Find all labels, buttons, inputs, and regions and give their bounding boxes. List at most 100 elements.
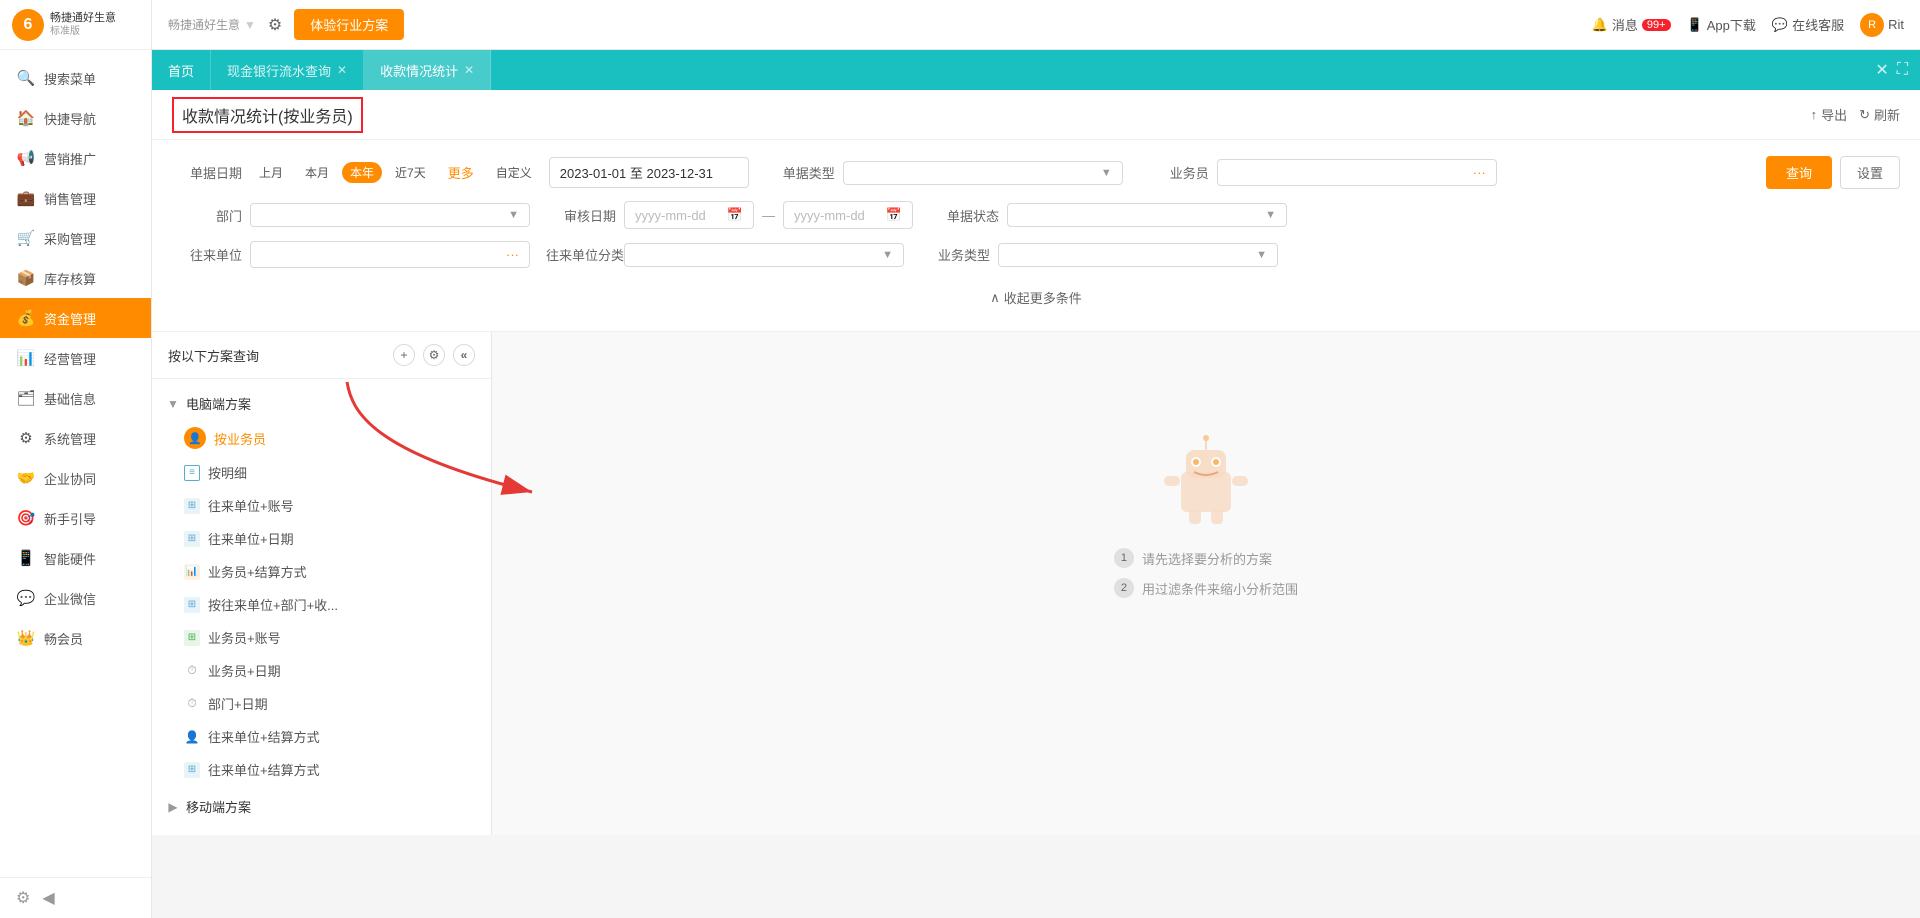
date-btn-more[interactable]: 更多 (439, 160, 483, 185)
partner-cat-dropdown-icon: ▼ (882, 249, 893, 261)
tree-item-salesman-settlement[interactable]: 📊 业务员+结算方式 (152, 555, 491, 588)
tree-item-by-salesman[interactable]: 👤 按业务员 (152, 420, 491, 456)
tree-item-partner-date[interactable]: ⊞ 往来单位+日期 (152, 522, 491, 555)
partner-dept-icon: ⊞ (184, 597, 200, 613)
sidebar-item-system[interactable]: ⚙ 系统管理 (0, 418, 151, 458)
tree-item-partner-account[interactable]: ⊞ 往来单位+账号 (152, 489, 491, 522)
tab-collection-stats[interactable]: 收款情况统计 ✕ (364, 50, 491, 90)
empty-steps: 1 请先选择要分析的方案 2 用过滤条件来缩小分析范围 (1114, 548, 1298, 598)
robot-svg (1156, 432, 1256, 532)
dept-label: 部门 (172, 206, 242, 225)
settings-btn[interactable]: 设置 (1840, 156, 1900, 189)
partner-input[interactable]: ··· (250, 241, 530, 268)
footer-collapse-icon[interactable]: ◀ (42, 888, 54, 908)
messages-btn[interactable]: 🔔 消息 99+ (1592, 15, 1671, 34)
panel-collapse-btn[interactable]: « (453, 344, 475, 366)
refresh-btn[interactable]: ↻ 刷新 (1859, 105, 1900, 124)
sidebar-item-base-info[interactable]: 🗂 基础信息 (0, 378, 151, 418)
sidebar-item-quick-nav[interactable]: 🏠 快捷导航 (0, 98, 151, 138)
tree-item-partner-dept[interactable]: ⊞ 按往来单位+部门+收... (152, 588, 491, 621)
online-service-btn[interactable]: 💬 在线客服 (1772, 15, 1844, 34)
doc-status-label: 单据状态 (929, 206, 999, 225)
date-btn-this-year[interactable]: 本年 (342, 162, 382, 183)
logo-icon: 6 (12, 9, 44, 41)
review-date-to[interactable]: yyyy-mm-dd 📅 (783, 201, 913, 229)
tree-item-partner-settlement2[interactable]: ⊞ 往来单位+结算方式 (152, 753, 491, 786)
tree-item-salesman-account[interactable]: ⊞ 业务员+账号 (152, 621, 491, 654)
tab-fullscreen-icon[interactable]: ⛶ (1897, 61, 1908, 79)
sidebar-item-inventory[interactable]: 📦 库存核算 (0, 258, 151, 298)
date-btn-custom[interactable]: 自定义 (487, 161, 541, 184)
sidebar-item-corp-wechat[interactable]: 💬 企业微信 (0, 578, 151, 618)
topbar-right: 🔔 消息 99+ 📱 App下载 💬 在线客服 R Rit (1592, 13, 1904, 37)
partner-settlement1-icon: 👤 (184, 729, 200, 745)
sidebar-item-smart-hw[interactable]: 📱 智能硬件 (0, 538, 151, 578)
tab-close-bank-flow[interactable]: ✕ (337, 63, 347, 77)
sidebar-item-new-guide[interactable]: 🎯 新手引导 (0, 498, 151, 538)
user-avatar[interactable]: R Rit (1860, 13, 1904, 37)
sidebar-item-member[interactable]: 👑 畅会员 (0, 618, 151, 658)
tree-item-by-detail[interactable]: ≡ 按明细 (152, 456, 491, 489)
service-icon: 💬 (1772, 17, 1788, 33)
salesman-select[interactable]: ··· (1217, 159, 1497, 186)
tree-item-dept-date[interactable]: ⏱ 部门+日期 (152, 687, 491, 720)
partner-account-icon: ⊞ (184, 498, 200, 514)
trial-btn[interactable]: 体验行业方案 (294, 9, 404, 40)
sidebar-item-marketing[interactable]: 📢 营销推广 (0, 138, 151, 178)
partner-cat-filter-item: 往来单位分类 ▼ (546, 243, 904, 267)
empty-step-2: 2 用过滤条件来缩小分析范围 (1114, 578, 1298, 598)
filter-row-1: 单据日期 上月 本月 本年 近7天 更多 自定义 2023-01-01 至 20… (172, 156, 1900, 189)
bell-icon: 🔔 (1592, 17, 1608, 33)
tab-home[interactable]: 首页 (152, 50, 211, 90)
doc-status-select[interactable]: ▼ (1007, 203, 1287, 227)
date-btn-last-month[interactable]: 上月 (250, 161, 292, 184)
tree-group-desktop: ▼ 电脑端方案 👤 按业务员 ≡ 按明细 ⊞ (152, 387, 491, 786)
partner-cat-select[interactable]: ▼ (624, 243, 904, 267)
date-btn-this-month[interactable]: 本月 (296, 161, 338, 184)
sidebar-item-purchase[interactable]: 🛒 采购管理 (0, 218, 151, 258)
export-btn[interactable]: ↑ 导出 (1811, 105, 1848, 124)
review-date-from[interactable]: yyyy-mm-dd 📅 (624, 201, 754, 229)
sidebar-item-operation[interactable]: 📊 经营管理 (0, 338, 151, 378)
date-range-input[interactable]: 2023-01-01 至 2023-12-31 (549, 157, 749, 188)
settings-icon: ⚙ (429, 348, 440, 362)
calendar-icon: 📅 (727, 207, 743, 223)
download-icon: 📱 (1687, 17, 1703, 33)
collapse-btn[interactable]: ∧ 收起更多条件 (172, 280, 1900, 315)
tree-group-mobile-header[interactable]: ▶ 移动端方案 (152, 790, 491, 823)
page-header: 收款情况统计(按业务员) ↑ 导出 ↻ 刷新 (152, 90, 1920, 140)
new-guide-icon: 🎯 (16, 508, 36, 528)
right-content: 1 请先选择要分析的方案 2 用过滤条件来缩小分析范围 (492, 332, 1920, 835)
sidebar-item-sales[interactable]: 💼 销售管理 (0, 178, 151, 218)
scheme-settings-btn[interactable]: ⚙ (423, 344, 445, 366)
sidebar-item-corp-collab[interactable]: 🤝 企业协同 (0, 458, 151, 498)
add-icon: + (400, 348, 407, 362)
footer-settings-icon[interactable]: ⚙ (16, 888, 30, 908)
doc-type-label: 单据类型 (765, 163, 835, 182)
panel-title: 按以下方案查询 (168, 346, 385, 365)
tab-close-collection-stats[interactable]: ✕ (464, 63, 474, 77)
inventory-icon: 📦 (16, 268, 36, 288)
mobile-expand-icon: ▶ (164, 798, 182, 816)
empty-step-1: 1 请先选择要分析的方案 (1114, 548, 1298, 568)
tree-item-partner-settlement1[interactable]: 👤 往来单位+结算方式 (152, 720, 491, 753)
topbar-settings-icon[interactable]: ⚙ (268, 15, 282, 35)
step-1-num: 1 (1114, 548, 1134, 568)
member-icon: 👑 (16, 628, 36, 648)
biz-type-select[interactable]: ▼ (998, 243, 1278, 267)
left-panel-header: 按以下方案查询 + ⚙ « (152, 332, 491, 379)
dept-select[interactable]: ▼ (250, 203, 530, 227)
capital-icon: 💰 (16, 308, 36, 328)
sidebar-item-search-menu[interactable]: 🔍 搜索菜单 (0, 58, 151, 98)
sidebar-item-capital[interactable]: 💰 资金管理 (0, 298, 151, 338)
query-btn[interactable]: 查询 (1766, 156, 1832, 189)
add-scheme-btn[interactable]: + (393, 344, 415, 366)
tab-close-all-icon[interactable]: ✕ (1875, 60, 1888, 80)
date-btn-7days[interactable]: 近7天 (386, 161, 435, 184)
tree-group-desktop-header[interactable]: ▼ 电脑端方案 (152, 387, 491, 420)
tree-item-salesman-date[interactable]: ⏱ 业务员+日期 (152, 654, 491, 687)
app-download-btn[interactable]: 📱 App下载 (1687, 15, 1756, 34)
biz-type-dropdown-icon: ▼ (1256, 249, 1267, 261)
tab-bank-flow[interactable]: 现金银行流水查询 ✕ (211, 50, 364, 90)
doc-type-select[interactable]: ▼ (843, 161, 1123, 185)
